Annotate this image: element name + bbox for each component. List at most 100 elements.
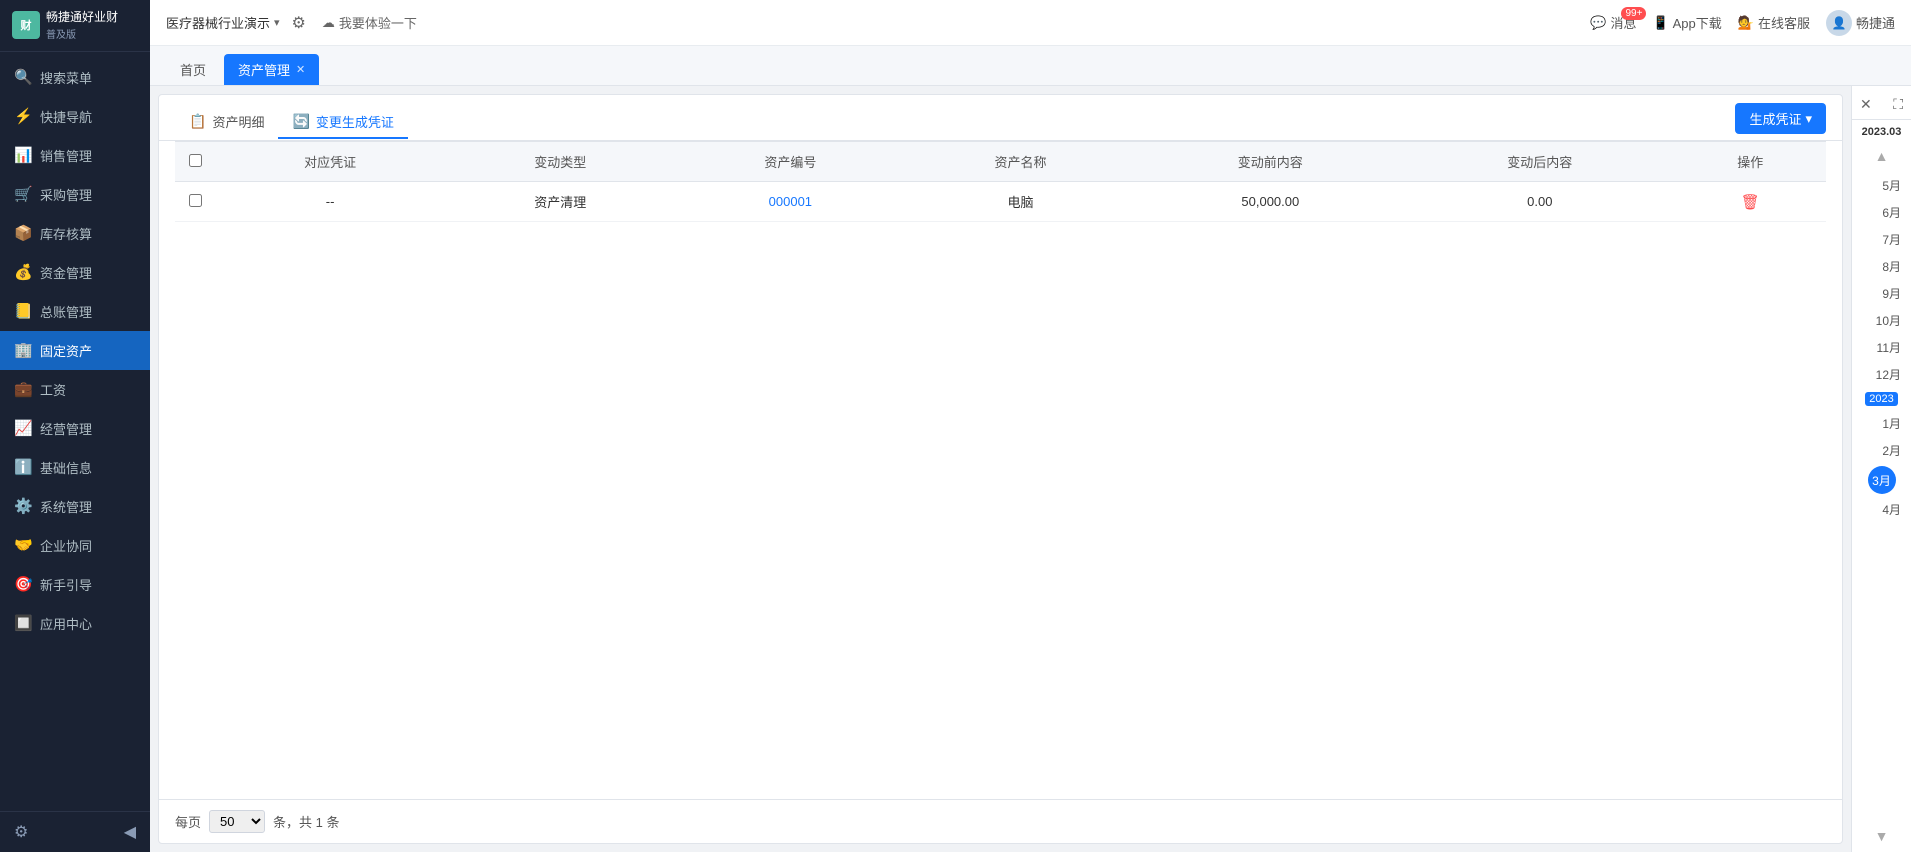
ledger-icon: 📒 (14, 302, 32, 320)
payroll-icon: 💼 (14, 380, 32, 398)
tab-close-icon[interactable]: ✕ (296, 63, 305, 76)
sidebar-item-label-app-center: 应用中心 (40, 614, 92, 633)
month-item-5[interactable]: 5月 (1852, 172, 1911, 199)
table-row: -- 资产清理 000001 电脑 50,000.00 0.00 🗑 (175, 182, 1826, 222)
right-panel-header: ✕ ⛶ (1852, 90, 1911, 120)
panel-down-btn[interactable]: ▼ (1871, 824, 1893, 848)
sidebar-item-guide[interactable]: 🎯 新手引导 (0, 565, 150, 604)
row-before: 50,000.00 (1136, 182, 1406, 222)
row-asset-no: 000001 (675, 182, 905, 222)
experience-btn[interactable]: ☁ 我要体验一下 (322, 13, 417, 32)
sidebar-item-inventory[interactable]: 📦 库存核算 (0, 214, 150, 253)
sidebar-item-basic-info[interactable]: ℹ️ 基础信息 (0, 448, 150, 487)
sidebar-item-label-inventory: 库存核算 (40, 224, 92, 243)
month-item-1[interactable]: 1月 (1852, 410, 1911, 437)
table-header-asset-name: 资产名称 (905, 142, 1135, 182)
month-item-10[interactable]: 10月 (1852, 307, 1911, 334)
tab-home[interactable]: 首页 (166, 54, 220, 85)
sidebar-item-label-quick-nav: 快捷导航 (40, 107, 92, 126)
panel-up-btn[interactable]: ▲ (1871, 144, 1893, 168)
sidebar-item-fixed-assets[interactable]: 🏢 固定资产 (0, 331, 150, 370)
table-header-checkbox (175, 142, 215, 182)
sidebar-item-label-sales: 销售管理 (40, 146, 92, 165)
sidebar-item-search[interactable]: 🔍 搜索菜单 (0, 58, 150, 97)
sub-tab-change-voucher-label: 变更生成凭证 (316, 112, 394, 131)
table-wrap: 对应凭证 变动类型 资产编号 资产名称 变动前内容 变动后内容 操作 (159, 141, 1842, 799)
sidebar-item-system[interactable]: ⚙️ 系统管理 (0, 487, 150, 526)
row-checkbox[interactable] (189, 194, 202, 207)
select-all-checkbox[interactable] (189, 154, 202, 167)
sub-tab-asset-detail[interactable]: 📋 资产明细 (175, 106, 278, 139)
sub-tab-asset-detail-label: 资产明细 (212, 112, 264, 131)
data-table: 对应凭证 变动类型 资产编号 资产名称 变动前内容 变动后内容 操作 (175, 141, 1826, 222)
sidebar-item-payroll[interactable]: 💼 工资 (0, 370, 150, 409)
app-download-label: App下载 (1673, 13, 1722, 32)
sidebar-item-label-basic-info: 基础信息 (40, 458, 92, 477)
sub-tab-change-voucher[interactable]: 🔄 变更生成凭证 (278, 106, 407, 139)
logo-name: 畅捷通好业财 (46, 10, 118, 26)
month-item-7[interactable]: 7月 (1852, 226, 1911, 253)
right-panel-close-icon[interactable]: ✕ (1860, 96, 1872, 113)
purchase-icon: 🛒 (14, 185, 32, 203)
right-panel-expand-icon[interactable]: ⛶ (1893, 96, 1903, 113)
month-item-6[interactable]: 6月 (1852, 199, 1911, 226)
sidebar-item-operations[interactable]: 📈 经营管理 (0, 409, 150, 448)
message-icon: 💬 (1590, 15, 1606, 31)
settings-footer-icon[interactable]: ⚙ (14, 822, 28, 842)
month-item-2[interactable]: 2月 (1852, 437, 1911, 464)
online-service-btn[interactable]: 💁 在线客服 (1738, 13, 1810, 32)
sidebar-logo: 财 畅捷通好业财 普及版 (0, 0, 150, 52)
sidebar-item-label-search: 搜索菜单 (40, 68, 92, 87)
collapse-icon[interactable]: ◀ (124, 822, 136, 842)
row-asset-name: 电脑 (905, 182, 1135, 222)
month-item-11[interactable]: 11月 (1852, 334, 1911, 361)
topbar: 医疗器械行业演示 ▾ ⚙ ☁ 我要体验一下 💬 消息 99+ 📱 App下载 💁… (150, 0, 1911, 46)
generate-voucher-button[interactable]: 生成凭证 ▾ (1735, 103, 1826, 134)
sidebar-item-label-funds: 资金管理 (40, 263, 92, 282)
change-voucher-icon: 🔄 (292, 113, 309, 130)
user-menu[interactable]: 👤 畅捷通 (1826, 10, 1895, 36)
sidebar-item-sales[interactable]: 📊 销售管理 (0, 136, 150, 175)
sidebar-item-ledger[interactable]: 📒 总账管理 (0, 292, 150, 331)
month-item-8[interactable]: 8月 (1852, 253, 1911, 280)
row-action-cell: 🗑 (1675, 182, 1826, 222)
avatar: 👤 (1826, 10, 1852, 36)
sidebar-item-app-center[interactable]: 🔲 应用中心 (0, 604, 150, 643)
search-icon: 🔍 (14, 68, 32, 86)
quick-nav-icon: ⚡ (14, 107, 32, 125)
month-item-9[interactable]: 9月 (1852, 280, 1911, 307)
sub-tabs: 📋 资产明细 🔄 变更生成凭证 生成凭证 ▾ (159, 95, 1842, 141)
settings-icon[interactable]: ⚙ (292, 13, 306, 33)
basic-info-icon: ℹ️ (14, 458, 32, 476)
fixed-assets-icon: 🏢 (14, 341, 32, 359)
table-header-asset-no: 资产编号 (675, 142, 905, 182)
logo-sub: 普及版 (46, 26, 118, 41)
enterprise-icon: 🤝 (14, 536, 32, 554)
table-header-before: 变动前内容 (1136, 142, 1406, 182)
sidebar-item-purchase[interactable]: 🛒 采购管理 (0, 175, 150, 214)
app-download-icon: 📱 (1652, 15, 1668, 31)
username-label: 畅捷通 (1856, 13, 1895, 32)
month-item-4[interactable]: 4月 (1852, 496, 1911, 523)
row-checkbox-cell (175, 182, 215, 222)
logo-text-block: 畅捷通好业财 普及版 (46, 10, 118, 41)
month-item-12[interactable]: 12月 (1852, 361, 1911, 388)
sidebar-item-label-enterprise: 企业协同 (40, 536, 92, 555)
company-chevron-icon: ▾ (274, 16, 280, 29)
table-header-voucher: 对应凭证 (215, 142, 445, 182)
month-item-3-active[interactable]: 3月 (1868, 466, 1896, 494)
inventory-icon: 📦 (14, 224, 32, 242)
messages-btn[interactable]: 💬 消息 99+ (1590, 13, 1636, 32)
sidebar-item-enterprise[interactable]: 🤝 企业协同 (0, 526, 150, 565)
sidebar-item-funds[interactable]: 💰 资金管理 (0, 253, 150, 292)
delete-row-icon[interactable]: 🗑 (1741, 194, 1760, 211)
sidebar-item-label-payroll: 工资 (40, 380, 66, 399)
generate-voucher-label: 生成凭证 (1749, 109, 1801, 128)
table-header-row: 对应凭证 变动类型 资产编号 资产名称 变动前内容 变动后内容 操作 (175, 142, 1826, 182)
company-selector[interactable]: 医疗器械行业演示 ▾ (166, 13, 280, 32)
app-download-btn[interactable]: 📱 App下载 (1652, 13, 1721, 32)
per-page-select[interactable]: 50 10 20 100 (209, 810, 265, 833)
sidebar-item-quick-nav[interactable]: ⚡ 快捷导航 (0, 97, 150, 136)
tab-asset-management[interactable]: 资产管理 ✕ (224, 54, 319, 85)
per-page-label: 每页 (175, 812, 201, 831)
